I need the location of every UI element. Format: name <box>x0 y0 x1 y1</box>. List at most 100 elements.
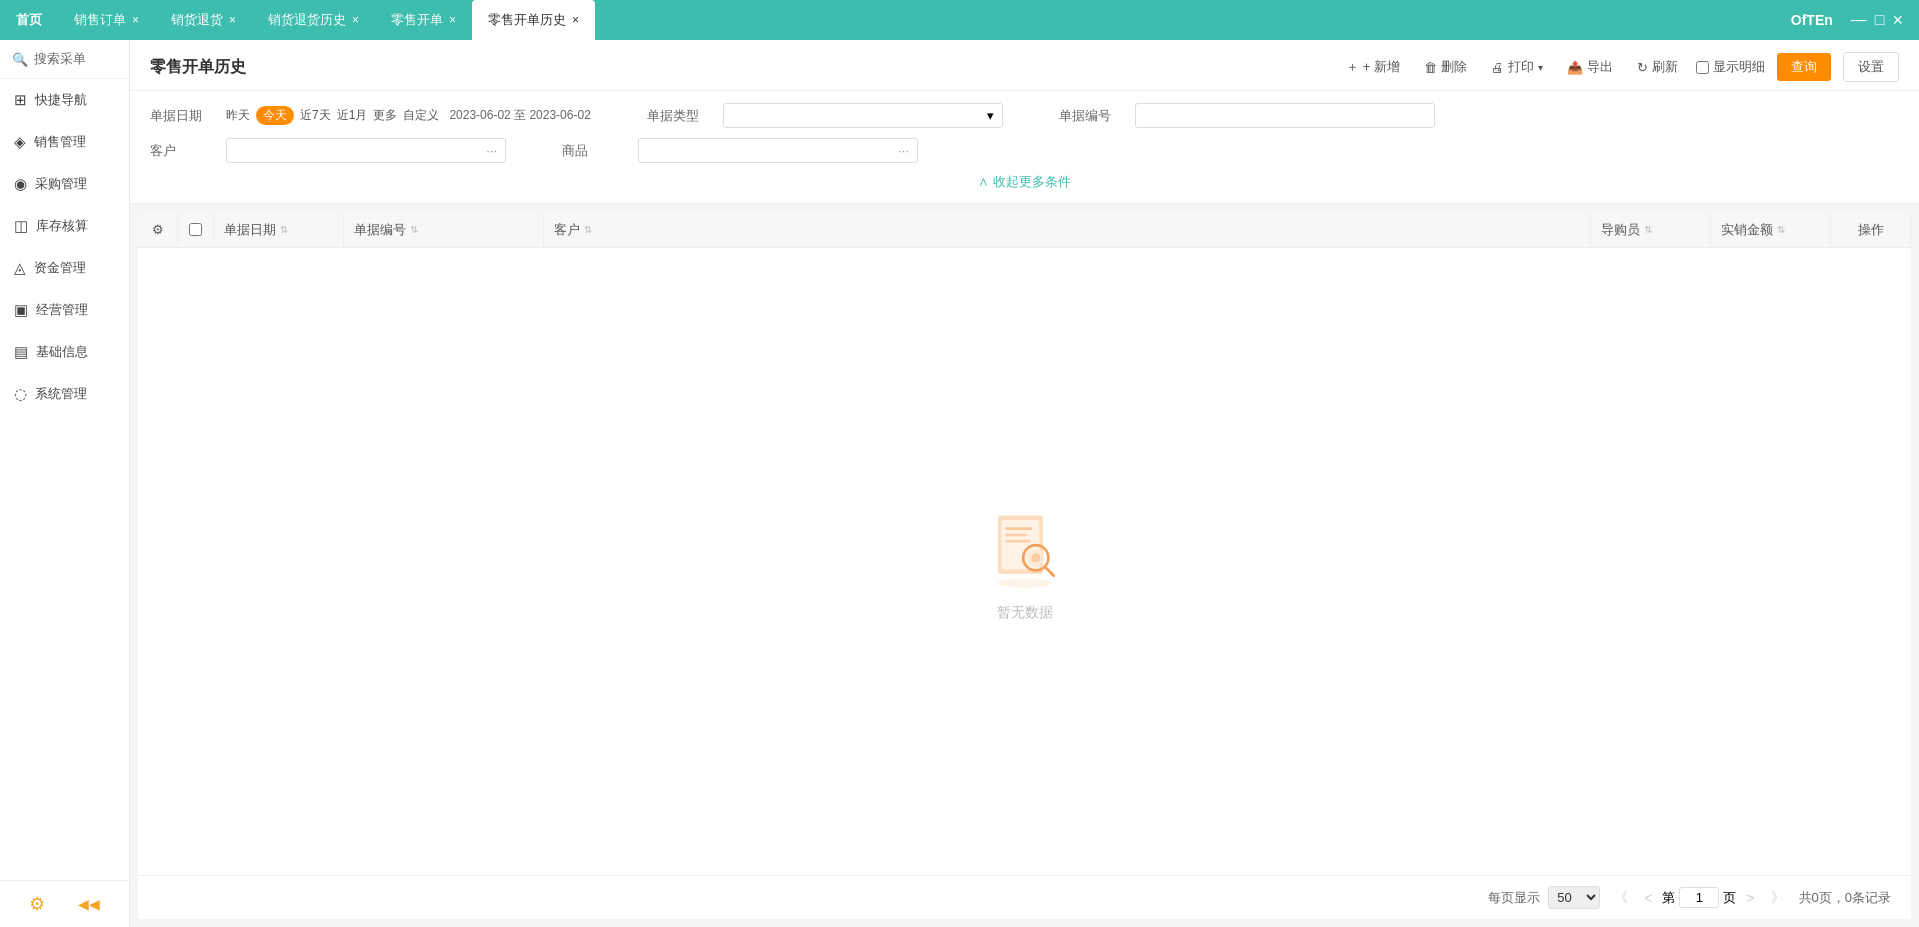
th-date[interactable]: 单据日期 ⇅ <box>214 213 344 247</box>
delete-icon: 🗑 <box>1424 60 1437 75</box>
svg-rect-4 <box>1005 533 1027 536</box>
type-filter-dropdown-icon: ▾ <box>987 108 994 123</box>
customer-filter-label: 客户 <box>150 142 210 160</box>
page-suffix: 页 <box>1723 889 1736 907</box>
query-button[interactable]: 查询 <box>1777 53 1831 81</box>
th-checkbox[interactable] <box>178 215 214 244</box>
date-shortcut-custom[interactable]: 自定义 <box>403 107 439 124</box>
tab-retail-open-history-close[interactable]: × <box>572 13 579 27</box>
th-customer[interactable]: 客户 ⇅ <box>544 213 1591 247</box>
delete-button[interactable]: 🗑 删除 <box>1418 54 1473 80</box>
tab-retail-open-close[interactable]: × <box>449 13 456 27</box>
tab-retail-open-history-label: 零售开单历史 <box>488 11 566 29</box>
purchase-mgmt-icon: ◉ <box>14 175 27 193</box>
th-billno[interactable]: 单据编号 ⇅ <box>344 213 544 247</box>
billno-filter-input[interactable] <box>1135 103 1435 128</box>
th-settings[interactable]: ⚙ <box>138 214 178 245</box>
last-page-button[interactable]: 》 <box>1765 887 1791 909</box>
print-icon: 🖨 <box>1491 60 1504 75</box>
sidebar-bottom: ⚙ ◀◀ <box>0 880 129 927</box>
sidebar-item-finance[interactable]: ◬ 资金管理 <box>0 247 129 289</box>
tab-home-label: 首页 <box>16 11 42 29</box>
sidebar-item-quick-nav-label: 快捷导航 <box>35 91 87 109</box>
page-nav: 《 < 第 页 > 》 <box>1608 887 1790 909</box>
tab-home[interactable]: 首页 <box>0 0 58 40</box>
date-shortcut-7days[interactable]: 近7天 <box>300 107 331 124</box>
tab-sales-return-history[interactable]: 销货退货历史 × <box>252 0 375 40</box>
tab-sales-return-history-close[interactable]: × <box>352 13 359 27</box>
date-shortcut-yesterday[interactable]: 昨天 <box>226 107 250 124</box>
page-size-select[interactable]: 50 100 200 <box>1548 886 1600 909</box>
date-shortcut-more[interactable]: 更多 <box>373 107 397 124</box>
table-settings-icon[interactable]: ⚙ <box>152 222 164 237</box>
sidebar-item-finance-label: 资金管理 <box>34 259 86 277</box>
delete-label: 删除 <box>1441 58 1467 76</box>
type-filter-label: 单据类型 <box>647 107 707 125</box>
th-amount-sort-icon: ⇅ <box>1777 224 1785 235</box>
tab-sales-order-close[interactable]: × <box>132 13 139 27</box>
sidebar-item-inventory[interactable]: ◫ 库存核算 <box>0 205 129 247</box>
svg-rect-3 <box>1005 527 1032 530</box>
sidebar-item-quick-nav[interactable]: ⊞ 快捷导航 <box>0 79 129 121</box>
page-header: 零售开单历史 ＋ + 新增 🗑 删除 🖨 打印 ▾ 📤 导出 <box>130 40 1919 91</box>
sidebar-item-system-mgmt-label: 系统管理 <box>35 385 87 403</box>
search-icon: 🔍 <box>12 52 28 67</box>
goods-filter-dots: ··· <box>898 143 909 158</box>
show-detail-checkbox-label[interactable]: 显示明细 <box>1696 58 1765 76</box>
page-actions: ＋ + 新增 🗑 删除 🖨 打印 ▾ 📤 导出 ↻ <box>1340 52 1899 82</box>
sidebar-item-purchase-mgmt[interactable]: ◉ 采购管理 <box>0 163 129 205</box>
tab-retail-open[interactable]: 零售开单 × <box>375 0 472 40</box>
sidebar-search[interactable]: 🔍 搜索采单 <box>0 40 129 79</box>
tab-sales-order[interactable]: 销售订单 × <box>58 0 155 40</box>
th-amount[interactable]: 实销金额 ⇅ <box>1711 213 1831 247</box>
first-page-button[interactable]: 《 <box>1608 887 1634 909</box>
tab-retail-open-history[interactable]: 零售开单历史 × <box>472 0 595 40</box>
print-button[interactable]: 🖨 打印 ▾ <box>1485 54 1549 80</box>
billno-filter-label: 单据编号 <box>1059 107 1119 125</box>
minimize-button[interactable]: — <box>1851 11 1867 29</box>
sidebar-item-sales-mgmt[interactable]: ◈ 销售管理 <box>0 121 129 163</box>
sidebar-item-system-mgmt[interactable]: ◌ 系统管理 <box>0 373 129 415</box>
sidebar-item-operations[interactable]: ▣ 经营管理 <box>0 289 129 331</box>
goods-filter-label: 商品 <box>562 142 622 160</box>
finance-icon: ◬ <box>14 259 26 277</box>
sidebar-item-basic-info[interactable]: ▤ 基础信息 <box>0 331 129 373</box>
settings-button[interactable]: 设置 <box>1843 52 1899 82</box>
sidebar-collapse-icon[interactable]: ◀◀ <box>78 896 100 912</box>
add-label: + 新增 <box>1363 58 1400 76</box>
tab-sales-return-close[interactable]: × <box>229 13 236 27</box>
add-button[interactable]: ＋ + 新增 <box>1340 54 1406 80</box>
show-detail-checkbox[interactable] <box>1696 61 1709 74</box>
sidebar-settings-icon[interactable]: ⚙ <box>29 893 45 915</box>
prev-page-button[interactable]: < <box>1638 888 1658 908</box>
show-detail-label: 显示明细 <box>1713 58 1765 76</box>
maximize-button[interactable]: □ <box>1875 11 1885 29</box>
th-ops-label: 操作 <box>1858 221 1884 239</box>
th-guide[interactable]: 导购员 ⇅ <box>1591 213 1711 247</box>
settings-label: 设置 <box>1858 58 1884 76</box>
refresh-button[interactable]: ↻ 刷新 <box>1631 54 1684 80</box>
date-range-display: 2023-06-02 至 2023-06-02 <box>449 107 590 124</box>
export-label: 导出 <box>1587 58 1613 76</box>
collapse-filter-button[interactable]: ∧ 收起更多条件 <box>150 173 1899 191</box>
date-shortcut-today[interactable]: 今天 <box>256 106 294 125</box>
customer-filter-select[interactable]: ··· <box>226 138 506 163</box>
tab-sales-return[interactable]: 销货退货 × <box>155 0 252 40</box>
table-select-all-checkbox[interactable] <box>189 223 202 236</box>
filter-row-1: 单据日期 昨天 今天 近7天 近1月 更多 自定义 2023-06-02 至 2… <box>150 103 1899 128</box>
main-layout: 🔍 搜索采单 ⊞ 快捷导航 ◈ 销售管理 ◉ 采购管理 ◫ 库存核算 ◬ 资金管… <box>0 40 1919 927</box>
empty-text: 暂无数据 <box>997 604 1053 622</box>
type-filter-select[interactable]: ▾ <box>723 103 1003 128</box>
date-shortcut-1month[interactable]: 近1月 <box>337 107 368 124</box>
window-controls: OfTEn — □ × <box>1791 10 1919 31</box>
tab-sales-return-label: 销货退货 <box>171 11 223 29</box>
tab-retail-open-label: 零售开单 <box>391 11 443 29</box>
page-number-input[interactable] <box>1679 887 1719 908</box>
sidebar-item-inventory-label: 库存核算 <box>36 217 88 235</box>
export-button[interactable]: 📤 导出 <box>1561 54 1619 80</box>
next-page-button[interactable]: > <box>1740 888 1760 908</box>
goods-filter-select[interactable]: ··· <box>638 138 918 163</box>
close-button[interactable]: × <box>1892 10 1903 31</box>
tab-bar: 首页 销售订单 × 销货退货 × 销货退货历史 × 零售开单 × 零售开单历史 … <box>0 0 1919 40</box>
th-ops: 操作 <box>1831 213 1911 247</box>
